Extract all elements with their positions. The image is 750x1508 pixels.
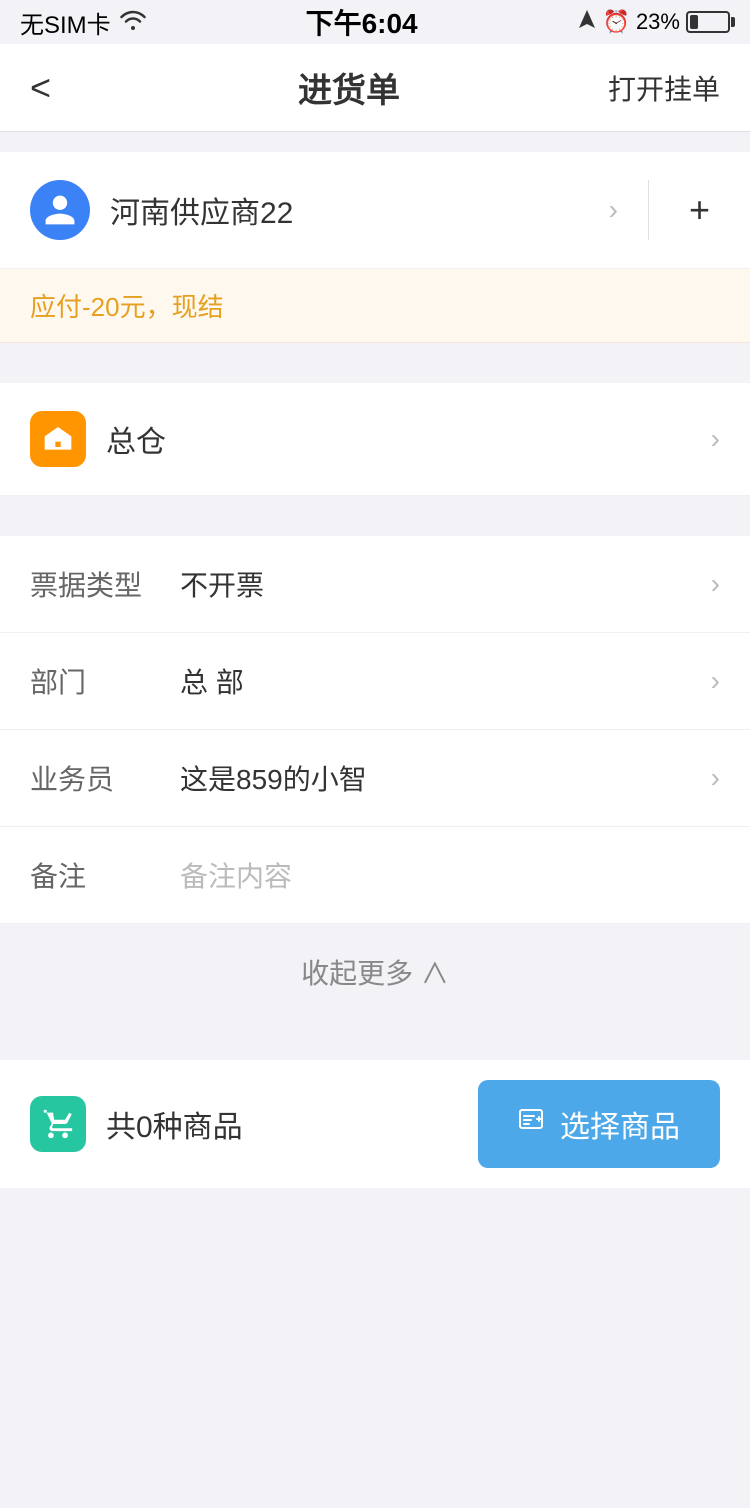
section-gap-3 bbox=[0, 496, 750, 516]
warehouse-icon-bg bbox=[30, 411, 86, 467]
section-gap-1 bbox=[0, 132, 750, 152]
invoice-type-value: 不开票 bbox=[170, 564, 711, 604]
supplier-row[interactable]: 河南供应商22 › bbox=[30, 152, 618, 268]
supplier-section: 河南供应商22 › + bbox=[0, 152, 750, 269]
warehouse-icon bbox=[42, 423, 74, 455]
warehouse-chevron-icon: › bbox=[711, 423, 720, 455]
product-footer: 共0种商品 选择商品 bbox=[0, 1060, 750, 1188]
remark-label: 备注 bbox=[30, 855, 170, 895]
person-icon bbox=[42, 192, 78, 228]
warehouse-label: 总仓 bbox=[106, 417, 711, 461]
product-count-label: 共0种商品 bbox=[106, 1102, 458, 1146]
section-gap-4 bbox=[0, 1020, 750, 1040]
page-title: 进货单 bbox=[298, 63, 400, 112]
supplier-chevron-icon: › bbox=[609, 194, 618, 226]
select-product-icon bbox=[518, 1108, 548, 1141]
add-supplier-button[interactable]: + bbox=[679, 179, 720, 241]
battery-icon bbox=[686, 11, 730, 33]
select-product-label: 选择商品 bbox=[560, 1102, 680, 1146]
status-right: ⏰ 23% bbox=[577, 8, 730, 36]
notice-banner: 应付-20元，现结 bbox=[0, 269, 750, 343]
department-row[interactable]: 部门 总 部 › bbox=[0, 633, 750, 730]
invoice-type-chevron-icon: › bbox=[711, 568, 720, 600]
invoice-type-row[interactable]: 票据类型 不开票 › bbox=[0, 536, 750, 633]
remark-row[interactable]: 备注 备注内容 bbox=[0, 827, 750, 924]
department-chevron-icon: › bbox=[711, 665, 720, 697]
department-value: 总 部 bbox=[170, 661, 711, 701]
supplier-name: 河南供应商22 bbox=[110, 188, 609, 232]
battery-percent: 23% bbox=[636, 9, 680, 35]
shopping-bag-icon bbox=[41, 1107, 75, 1141]
carrier-text: 无SIM卡 bbox=[20, 5, 111, 40]
warehouse-section: 总仓 › bbox=[0, 383, 750, 496]
salesperson-label: 业务员 bbox=[30, 758, 170, 798]
open-pending-button[interactable]: 打开挂单 bbox=[608, 68, 720, 108]
alarm-icon: ⏰ bbox=[603, 9, 630, 35]
salesperson-value: 这是859的小智 bbox=[170, 758, 711, 798]
warehouse-row[interactable]: 总仓 › bbox=[0, 383, 750, 496]
background-fill bbox=[0, 1188, 750, 1508]
wifi-icon bbox=[119, 8, 147, 37]
salesperson-row[interactable]: 业务员 这是859的小智 › bbox=[0, 730, 750, 827]
location-icon bbox=[577, 8, 597, 36]
status-left: 无SIM卡 bbox=[20, 5, 147, 40]
supplier-avatar bbox=[30, 180, 90, 240]
vertical-divider bbox=[648, 180, 649, 240]
salesperson-chevron-icon: › bbox=[711, 762, 720, 794]
status-time: 下午6:04 bbox=[306, 2, 418, 42]
remark-input[interactable]: 备注内容 bbox=[170, 855, 720, 895]
fields-section: 票据类型 不开票 › 部门 总 部 › 业务员 这是859的小智 › 备注 备注… bbox=[0, 536, 750, 924]
nav-bar: < 进货单 打开挂单 bbox=[0, 44, 750, 132]
product-icon-bg bbox=[30, 1096, 86, 1152]
back-button[interactable]: < bbox=[30, 67, 90, 109]
collapse-row[interactable]: 收起更多 ∧ bbox=[0, 924, 750, 1020]
select-product-button[interactable]: 选择商品 bbox=[478, 1080, 720, 1168]
invoice-type-label: 票据类型 bbox=[30, 564, 170, 604]
section-gap-2 bbox=[0, 343, 750, 363]
department-label: 部门 bbox=[30, 661, 170, 701]
status-bar: 无SIM卡 下午6:04 ⏰ 23% bbox=[0, 0, 750, 44]
